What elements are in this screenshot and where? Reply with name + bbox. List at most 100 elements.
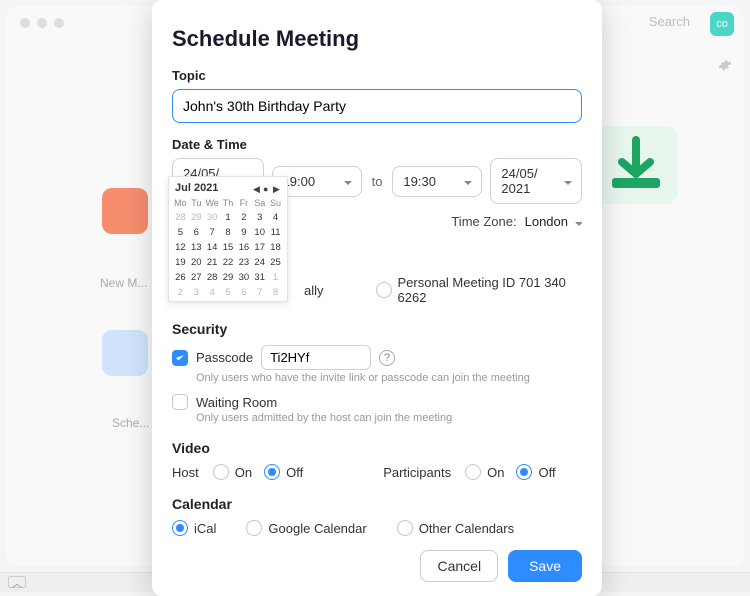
search-placeholder: Search xyxy=(649,14,690,29)
end-time-value: 19:30 xyxy=(403,174,436,189)
date-picker-day[interactable]: 26 xyxy=(173,270,188,284)
calendar-label: Calendar xyxy=(172,496,582,512)
date-picker-dow: Th xyxy=(221,197,236,209)
date-picker-day[interactable]: 3 xyxy=(189,285,204,299)
date-picker-day[interactable]: 11 xyxy=(268,225,283,239)
date-picker-month: Jul 2021 xyxy=(175,182,218,194)
passcode-checkbox[interactable] xyxy=(172,350,188,366)
date-picker-day[interactable]: 15 xyxy=(221,240,236,254)
info-icon[interactable]: ? xyxy=(379,350,395,366)
date-picker-day[interactable]: 2 xyxy=(236,210,251,224)
end-time-dropdown[interactable]: 19:30 xyxy=(392,166,482,197)
timezone-label: Time Zone: xyxy=(451,214,516,229)
date-picker-day[interactable]: 24 xyxy=(252,255,267,269)
date-picker-next[interactable]: ▶ xyxy=(273,184,281,192)
schedule-label: Sche... xyxy=(112,416,149,430)
date-picker-day[interactable]: 9 xyxy=(236,225,251,239)
date-picker-day[interactable]: 1 xyxy=(221,210,236,224)
date-picker-day[interactable]: 19 xyxy=(173,255,188,269)
schedule-tile xyxy=(102,330,148,376)
host-video-off-radio[interactable] xyxy=(264,464,280,480)
date-picker-day[interactable]: 18 xyxy=(268,240,283,254)
calendar-other-radio[interactable] xyxy=(397,520,413,536)
new-meeting-tile xyxy=(102,188,148,234)
date-picker-day[interactable]: 1 xyxy=(268,270,283,284)
date-picker-day[interactable]: 25 xyxy=(268,255,283,269)
passcode-input[interactable] xyxy=(261,345,371,370)
chevron-down-icon xyxy=(343,176,353,186)
date-picker-day[interactable]: 23 xyxy=(236,255,251,269)
date-picker-day[interactable]: 16 xyxy=(236,240,251,254)
date-picker-day[interactable]: 17 xyxy=(252,240,267,254)
date-picker-day[interactable]: 7 xyxy=(205,225,220,239)
calendar-ical-radio[interactable] xyxy=(172,520,188,536)
date-picker-day[interactable]: 3 xyxy=(252,210,267,224)
date-picker-day[interactable]: 30 xyxy=(205,210,220,224)
passcode-label: Passcode xyxy=(196,350,253,365)
date-picker-day[interactable]: 4 xyxy=(205,285,220,299)
collapse-button[interactable]: ︿ xyxy=(8,576,26,588)
date-picker-day[interactable]: 14 xyxy=(205,240,220,254)
chevron-down-icon xyxy=(563,176,573,186)
date-picker-today[interactable]: ● xyxy=(263,184,271,192)
date-picker-day[interactable]: 8 xyxy=(221,225,236,239)
video-label: Video xyxy=(172,440,582,456)
date-picker-day[interactable]: 27 xyxy=(189,270,204,284)
end-date-value: 24/05/ 2021 xyxy=(501,166,537,196)
date-picker-day[interactable]: 8 xyxy=(268,285,283,299)
date-picker-dow: Tu xyxy=(189,197,204,209)
gear-icon xyxy=(718,58,732,72)
calendar-google-label: Google Calendar xyxy=(268,521,366,536)
new-meeting-label: New M... xyxy=(100,276,147,290)
to-label: to xyxy=(370,174,385,189)
date-picker-day[interactable]: 7 xyxy=(252,285,267,299)
calendar-ical-label: iCal xyxy=(194,521,216,536)
date-picker-popover[interactable]: Jul 2021 ◀ ● ▶ MoTuWeThFrSaSu28293012345… xyxy=(168,176,288,302)
participants-video-on-radio[interactable] xyxy=(465,464,481,480)
cancel-button[interactable]: Cancel xyxy=(420,550,498,582)
date-picker-dow: We xyxy=(205,197,220,209)
waiting-room-label: Waiting Room xyxy=(196,395,277,410)
date-picker-day[interactable]: 13 xyxy=(189,240,204,254)
date-picker-prev[interactable]: ◀ xyxy=(253,184,261,192)
date-picker-day[interactable]: 28 xyxy=(173,210,188,224)
security-label: Security xyxy=(172,321,582,337)
topic-input[interactable] xyxy=(172,89,582,123)
date-picker-day[interactable]: 22 xyxy=(221,255,236,269)
calendar-google-radio[interactable] xyxy=(246,520,262,536)
date-picker-dow: Su xyxy=(268,197,283,209)
date-picker-day[interactable]: 28 xyxy=(205,270,220,284)
off-label: Off xyxy=(286,465,303,480)
date-picker-day[interactable]: 6 xyxy=(189,225,204,239)
date-picker-day[interactable]: 30 xyxy=(236,270,251,284)
date-time-label: Date & Time xyxy=(172,137,582,152)
date-picker-day[interactable]: 29 xyxy=(189,210,204,224)
timezone-value: London xyxy=(525,214,568,229)
end-date-dropdown[interactable]: 24/05/ 2021 xyxy=(490,158,582,204)
date-picker-day[interactable]: 2 xyxy=(173,285,188,299)
download-tile xyxy=(594,126,678,204)
date-picker-day[interactable]: 12 xyxy=(173,240,188,254)
waiting-room-checkbox[interactable] xyxy=(172,394,188,410)
date-picker-day[interactable]: 21 xyxy=(205,255,220,269)
personal-meeting-id-radio[interactable] xyxy=(376,282,392,298)
timezone-dropdown[interactable]: London xyxy=(525,214,582,229)
date-picker-day[interactable]: 20 xyxy=(189,255,204,269)
topic-label: Topic xyxy=(172,68,582,83)
date-picker-dow: Fr xyxy=(236,197,251,209)
personal-meeting-id-label: Personal Meeting ID 701 340 6262 xyxy=(398,275,582,305)
date-picker-day[interactable]: 4 xyxy=(268,210,283,224)
date-picker-day[interactable]: 31 xyxy=(252,270,267,284)
off-label: Off xyxy=(538,465,555,480)
date-picker-day[interactable]: 10 xyxy=(252,225,267,239)
participants-label: Participants xyxy=(383,465,451,480)
date-picker-day[interactable]: 5 xyxy=(221,285,236,299)
host-video-on-radio[interactable] xyxy=(213,464,229,480)
date-picker-day[interactable]: 29 xyxy=(221,270,236,284)
chevron-down-icon xyxy=(463,176,473,186)
date-picker-day[interactable]: 6 xyxy=(236,285,251,299)
host-label: Host xyxy=(172,465,199,480)
save-button[interactable]: Save xyxy=(508,550,582,582)
date-picker-day[interactable]: 5 xyxy=(173,225,188,239)
participants-video-off-radio[interactable] xyxy=(516,464,532,480)
